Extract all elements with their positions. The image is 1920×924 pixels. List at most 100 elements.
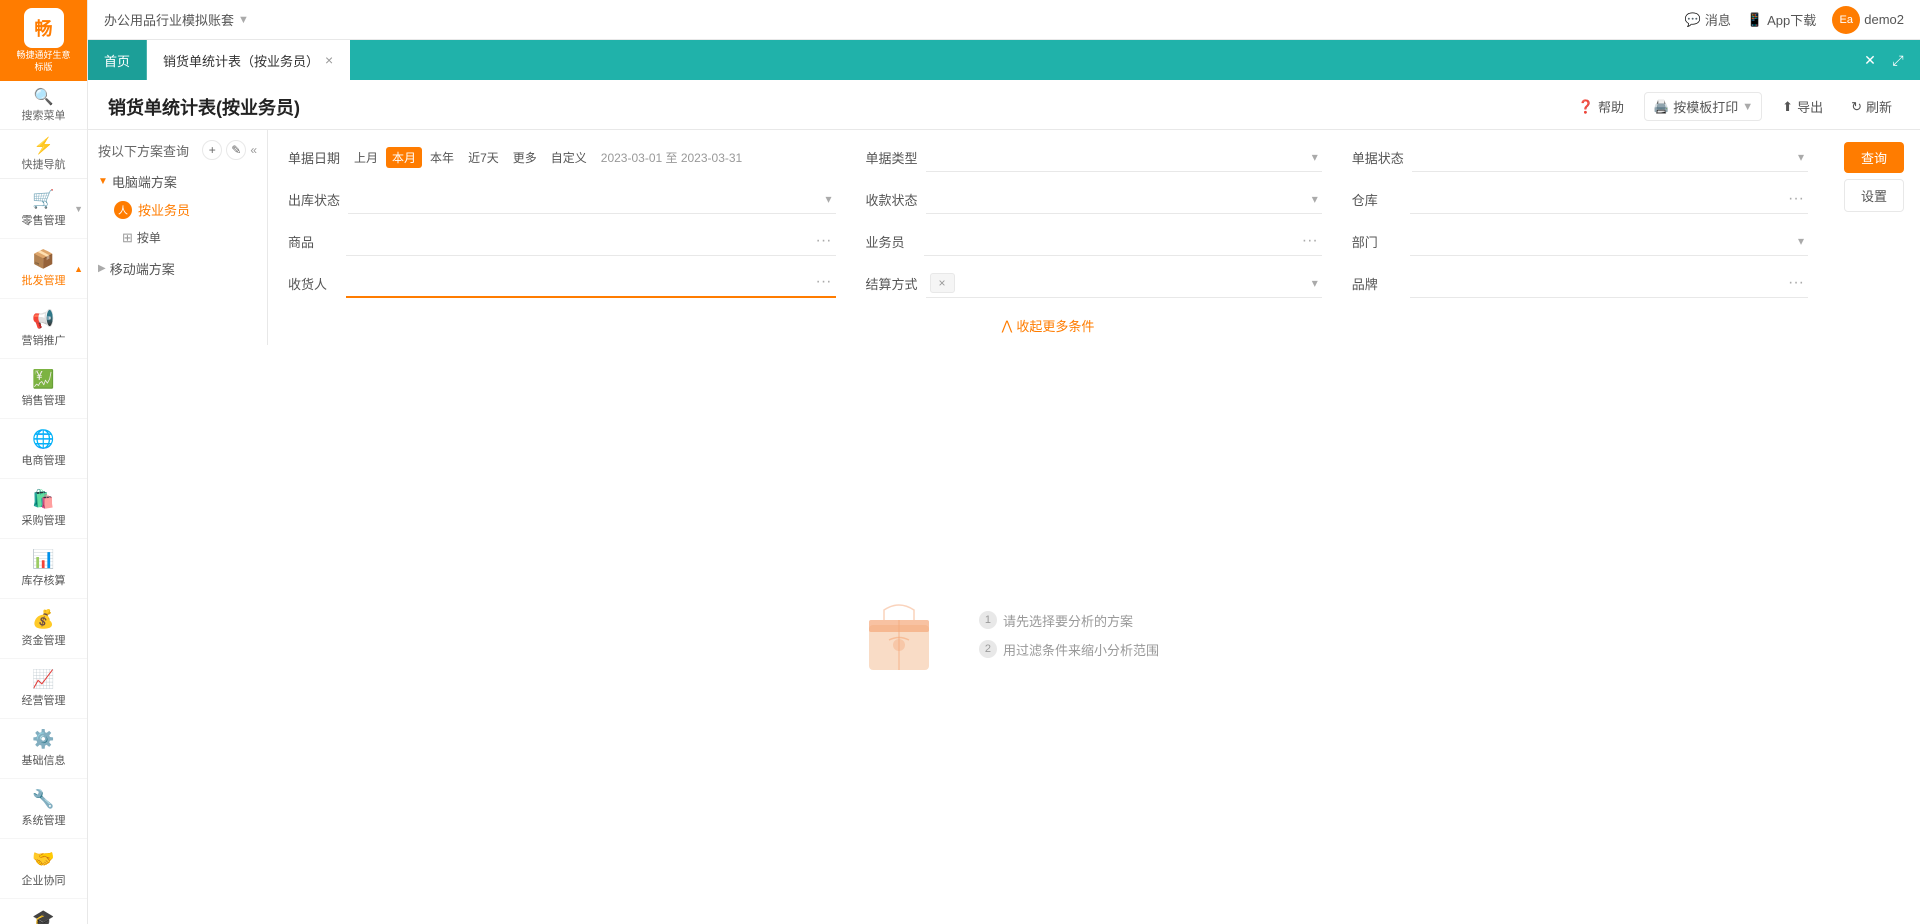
sidebar-item-enterprise[interactable]: 🤝 企业协同 [0,839,87,899]
empty-tip-1: 1 请先选择要分析的方案 [979,611,1159,630]
print-dropdown-icon: ▼ [1742,101,1753,113]
tip-text-2: 用过滤条件来缩小分析范围 [1003,640,1159,659]
date-range-text: 2023-03-01 至 2023-03-31 [601,149,742,166]
scheme-item-by-salesperson[interactable]: 人 按业务员 [88,195,267,224]
date-btn-this-year[interactable]: 本年 [424,147,460,168]
tab-sales-stats-label: 销货单统计表（按业务员） [163,51,319,70]
sidebar-item-label-purchase: 采购管理 [22,512,66,528]
sidebar-item-finance[interactable]: 💰 资金管理 [0,599,87,659]
warehouse-select[interactable]: ··· [1410,184,1808,214]
tab-maximize-btn[interactable]: ⤢ [1888,50,1908,70]
date-btn-last-month[interactable]: 上月 [348,147,384,168]
sidebar-item-label-wholesale: 批发管理 [22,272,66,288]
warehouse-label: 仓库 [1352,190,1402,209]
empty-tips: 1 请先选择要分析的方案 2 用过滤条件来缩小分析范围 [979,611,1159,659]
top-bar-left: 办公用品行业模拟账套 ▼ [104,10,249,29]
scheme-collapse-btn[interactable]: « [250,143,257,157]
date-label: 单据日期 [288,148,340,167]
scheme-add-btn[interactable]: + [202,140,222,160]
avatar: Ea [1832,6,1860,34]
scheme-group-pc-header[interactable]: ▼ 电脑端方案 [88,168,267,195]
scheme-group-mobile: ▶ 移动端方案 [88,255,267,282]
inventory-icon: 📊 [32,549,54,570]
date-btn-custom[interactable]: 自定义 [545,147,593,168]
date-btn-7days[interactable]: 近7天 [462,147,505,168]
sidebar-item-marketing[interactable]: 📢 营销推广 [0,299,87,359]
doc-status-select[interactable]: ▾ [1412,142,1808,172]
receiver-dots: ··· [816,273,832,291]
basic-icon: ⚙️ [32,729,54,750]
sidebar-item-basic[interactable]: ⚙️ 基础信息 [0,719,87,779]
filter-item-out-status: 出库状态 ▾ [288,184,836,214]
department-select[interactable]: ▾ [1410,226,1808,256]
filter-item-date: 单据日期 上月 本月 本年 近7天 更多 自定义 20 [288,147,836,168]
sidebar-item-retail[interactable]: 🛒 零售管理 ▼ [0,179,87,239]
app-download-btn[interactable]: 📱 App下载 [1747,10,1816,29]
settings-button[interactable]: 设置 [1844,179,1904,212]
empty-state: 1 请先选择要分析的方案 2 用过滤条件来缩小分析范围 [88,345,1920,924]
sidebar-item-ecommerce[interactable]: 🌐 电商管理 [0,419,87,479]
help-btn[interactable]: ❓ 帮助 [1570,93,1632,120]
message-btn[interactable]: 💬 消息 [1685,10,1731,29]
top-bar: 办公用品行业模拟账套 ▼ 💬 消息 📱 App下载 Ea demo2 [88,0,1920,40]
sidebar-search-item[interactable]: 🔍 搜索菜单 [0,81,87,130]
date-group: 上月 本月 本年 近7天 更多 自定义 2023-03-01 至 2023-03… [348,147,835,168]
out-status-select[interactable]: ▾ [348,184,835,214]
expand-arrow-icon: ▼ [98,176,108,187]
goods-select[interactable]: ··· [346,226,836,256]
settlement-tag: × [930,273,955,293]
query-button[interactable]: 查询 [1844,142,1904,173]
filter-row-2: 出库状态 ▾ 收款状态 ▾ [288,184,1808,214]
filter-item-doc-status: 单据状态 ▾ [1352,142,1808,172]
ecommerce-icon: 🌐 [32,429,54,450]
refresh-icon: ↻ [1851,99,1862,115]
sidebar-item-label-retail: 零售管理 [22,212,66,228]
scheme-item-by-order[interactable]: ⊞ 按单 [88,224,267,251]
collection-status-down-icon: ▾ [1312,192,1318,206]
department-label: 部门 [1352,232,1402,251]
settlement-tag-x[interactable]: × [939,276,946,290]
export-label: 导出 [1797,97,1823,116]
filter-item-brand: 品牌 ··· [1352,268,1808,298]
sidebar-item-inventory[interactable]: 📊 库存核算 [0,539,87,599]
scheme-group-mobile-header[interactable]: ▶ 移动端方案 [88,255,267,282]
sidebar-item-purchase[interactable]: 🛍️ 采购管理 [0,479,87,539]
doc-status-down-icon: ▾ [1798,150,1804,164]
date-btn-more[interactable]: 更多 [507,147,543,168]
salesperson-select[interactable]: ··· [924,226,1322,256]
out-status-down-icon: ▾ [825,192,831,206]
sidebar-search-label: 搜索菜单 [22,107,66,123]
export-icon: ⬆ [1782,99,1793,115]
scheme-group-pc: ▼ 电脑端方案 人 按业务员 ⊞ 按单 [88,168,267,251]
tab-bar-actions: ✕ ⤢ [1860,50,1920,70]
tab-close-window-btn[interactable]: ✕ [1860,50,1880,70]
collapse-more-btn[interactable]: ⋀ 收起更多条件 [288,310,1808,345]
print-btn[interactable]: 🖨️ 按模板打印 ▼ [1644,92,1762,121]
export-btn[interactable]: ⬆ 导出 [1774,93,1831,120]
user-menu[interactable]: Ea demo2 [1832,6,1904,34]
sidebar-item-operations[interactable]: 📈 经营管理 [0,659,87,719]
receiver-input[interactable]: ··· [346,268,836,298]
filter-panel: 按以下方案查询 + ✎ « ▼ 电脑端方案 人 按业务员 [88,130,1920,345]
tab-close-icon[interactable]: × [325,52,333,68]
sidebar-item-label-marketing: 营销推广 [22,332,66,348]
collection-status-select[interactable]: ▾ [926,184,1322,214]
account-selector[interactable]: 办公用品行业模拟账套 ▼ [104,10,249,29]
sidebar-quick-nav[interactable]: ⚡ 快捷导航 [0,130,87,179]
settlement-select[interactable]: × ▾ [926,268,1322,298]
sidebar-item-sales[interactable]: 💹 销售管理 [0,359,87,419]
warehouse-dots: ··· [1788,190,1804,208]
filter-item-collection-status: 收款状态 ▾ [866,184,1322,214]
sidebar-item-wholesale[interactable]: 📦 批发管理 ▲ [0,239,87,299]
filter-item-receiver: 收货人 ··· [288,268,836,298]
refresh-btn[interactable]: ↻ 刷新 [1843,93,1900,120]
date-btn-this-month[interactable]: 本月 [386,147,422,168]
sidebar-item-newbie[interactable]: 🎓 新手引导 [0,899,87,924]
filter-item-doc-type: 单据类型 ▾ [866,142,1322,172]
doc-type-select[interactable]: ▾ [926,142,1322,172]
tab-home[interactable]: 首页 [88,40,147,80]
brand-select[interactable]: ··· [1410,268,1808,298]
scheme-edit-btn[interactable]: ✎ [226,140,246,160]
sidebar-item-system[interactable]: 🔧 系统管理 [0,779,87,839]
tab-sales-stats[interactable]: 销货单统计表（按业务员） × [147,40,350,80]
